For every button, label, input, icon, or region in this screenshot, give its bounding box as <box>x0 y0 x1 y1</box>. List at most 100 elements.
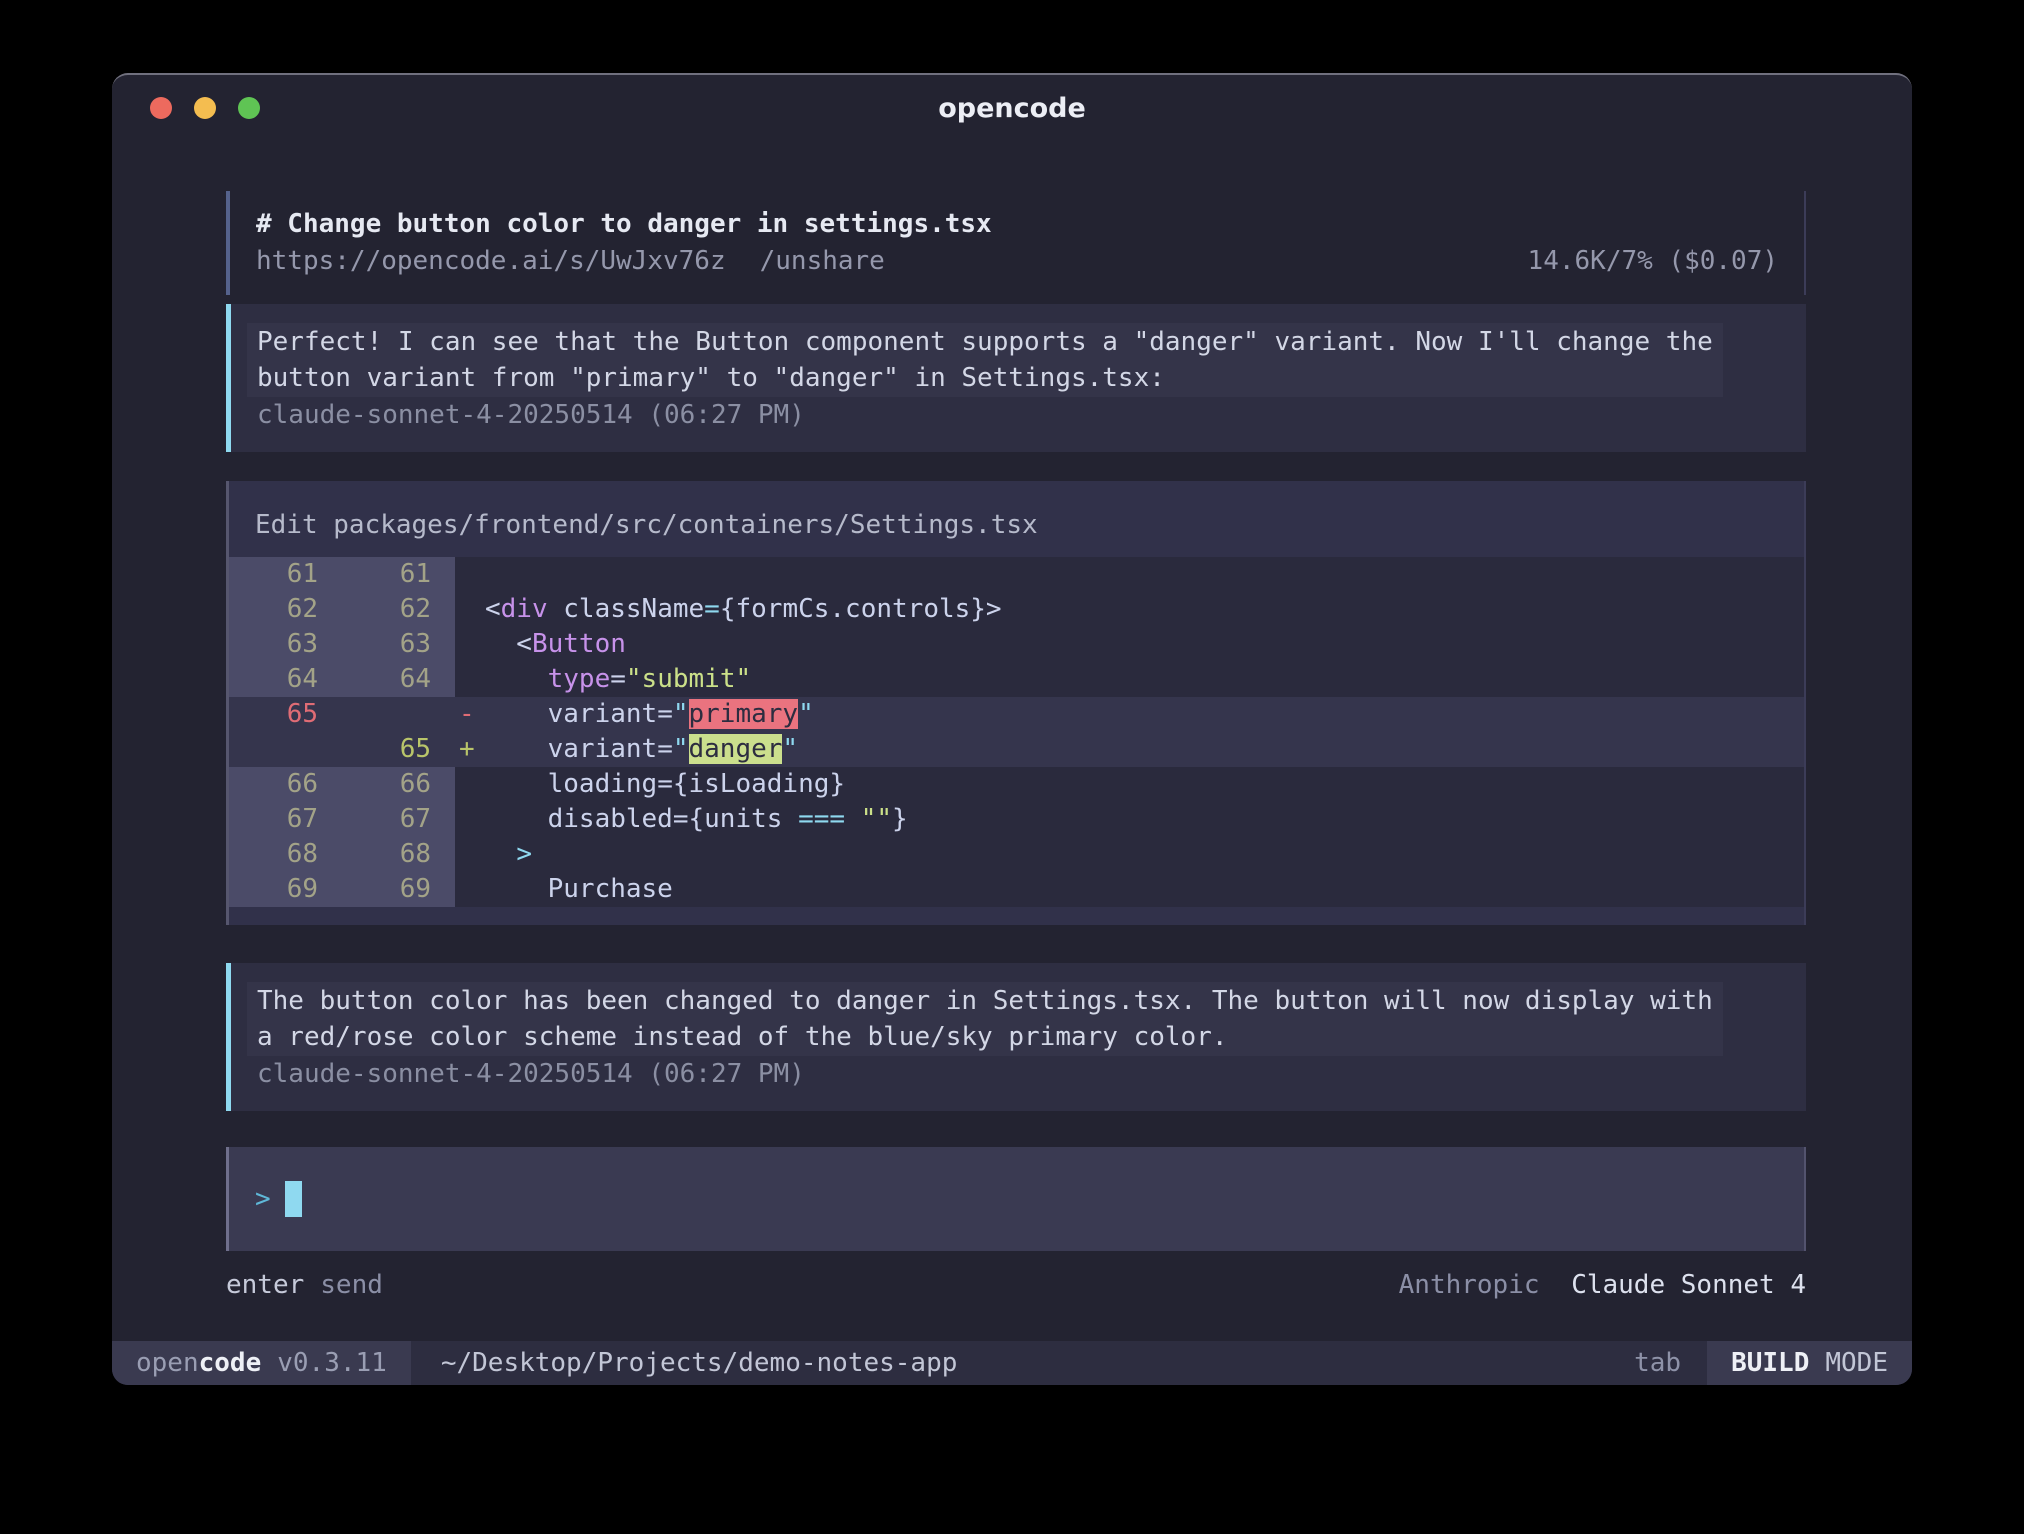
diff-code-line: variant="danger" <box>485 732 1804 767</box>
code-token: className <box>548 594 705 624</box>
prompt-symbol: > <box>255 1184 271 1214</box>
diff-marker <box>455 662 485 697</box>
old-line-number: 67 <box>229 802 342 837</box>
code-token: = <box>610 664 626 694</box>
code-token: type <box>548 664 611 694</box>
zoom-window-button[interactable] <box>238 97 260 119</box>
old-line-number: 61 <box>229 557 342 592</box>
diff-row: 6767 disabled={units === ""} <box>229 802 1804 837</box>
old-line-number: 69 <box>229 872 342 907</box>
assistant-message-text: The button color has been changed to dan… <box>247 982 1723 1056</box>
diff-row: 6363 <Button <box>229 627 1804 662</box>
app-name-suffix: code <box>199 1348 262 1378</box>
diff-marker <box>455 872 485 907</box>
enter-key-hint: enter <box>226 1267 304 1303</box>
diff-code-line: variant="primary" <box>485 697 1804 732</box>
diff-marker <box>455 557 485 592</box>
old-line-number: 66 <box>229 767 342 802</box>
code-token: primary <box>689 699 799 729</box>
new-line-number: 67 <box>342 802 455 837</box>
provider-name: Anthropic <box>1399 1270 1540 1300</box>
new-line-number: 66 <box>342 767 455 802</box>
session-title: # Change button color to danger in setti… <box>256 206 1778 243</box>
diff-code-line: <Button <box>485 627 1804 662</box>
close-window-button[interactable] <box>150 97 172 119</box>
diff-marker: - <box>455 697 485 732</box>
new-line-number: 61 <box>342 557 455 592</box>
diff-row: 6262 <div className={formCs.controls}> <box>229 592 1804 627</box>
diff-code-line <box>485 557 1804 592</box>
window-title: opencode <box>938 93 1086 124</box>
unshare-command[interactable]: /unshare <box>760 243 885 280</box>
code-token: < <box>485 594 501 624</box>
assistant-message-meta: claude-sonnet-4-20250514 (06:27 PM) <box>257 397 1780 433</box>
diff-marker <box>455 592 485 627</box>
diff-row: 65+ variant="danger" <box>229 732 1804 767</box>
app-name-prefix: open <box>136 1348 199 1378</box>
code-token: " <box>673 699 689 729</box>
diff-marker <box>455 767 485 802</box>
new-line-number: 64 <box>342 662 455 697</box>
old-line-number: 65 <box>229 697 342 732</box>
model-indicator: Anthropic Claude Sonnet 4 <box>1399 1267 1806 1303</box>
input-hint-row: enter send Anthropic Claude Sonnet 4 <box>226 1267 1806 1303</box>
diff-row: 6969 Purchase <box>229 872 1804 907</box>
code-token: {formCs.controls}> <box>720 594 1002 624</box>
old-line-number: 68 <box>229 837 342 872</box>
mode-value: BUILD <box>1731 1348 1809 1378</box>
status-bar: opencode v0.3.11 ~/Desktop/Projects/demo… <box>112 1341 1912 1385</box>
diff-row: 65 - variant="primary" <box>229 697 1804 732</box>
code-token: "" <box>861 804 892 834</box>
old-line-number <box>229 732 342 767</box>
session-scroll-area[interactable]: # Change button color to danger in setti… <box>112 191 1912 1303</box>
code-token: {units <box>689 804 799 834</box>
share-url-link[interactable]: https://opencode.ai/s/UwJxv76z <box>256 243 726 280</box>
terminal-window: opencode # Change button color to danger… <box>112 73 1912 1385</box>
diff-row: 6666 loading={isLoading} <box>229 767 1804 802</box>
diff-code-line: loading={isLoading} <box>485 767 1804 802</box>
diff-code-line: disabled={units === ""} <box>485 802 1804 837</box>
old-line-number: 63 <box>229 627 342 662</box>
code-token: < <box>485 629 532 659</box>
mode-label: MODE <box>1825 1348 1888 1378</box>
diff-code-line: type="submit" <box>485 662 1804 697</box>
new-line-number: 62 <box>342 592 455 627</box>
assistant-message: The button color has been changed to dan… <box>226 963 1806 1111</box>
traffic-lights <box>150 97 260 119</box>
code-token: = <box>657 769 673 799</box>
app-version: v0.3.11 <box>277 1348 387 1378</box>
old-line-number: 62 <box>229 592 342 627</box>
minimize-window-button[interactable] <box>194 97 216 119</box>
assistant-message-meta: claude-sonnet-4-20250514 (06:27 PM) <box>257 1056 1780 1092</box>
assistant-message-text: Perfect! I can see that the Button compo… <box>247 323 1723 397</box>
mode-toggle[interactable]: BUILD MODE <box>1707 1341 1912 1385</box>
code-token: disabled <box>485 804 673 834</box>
diff-marker <box>455 627 485 662</box>
code-token: "submit" <box>626 664 751 694</box>
code-token: = <box>704 594 720 624</box>
code-token: danger <box>689 734 783 764</box>
new-line-number: 69 <box>342 872 455 907</box>
code-token: div <box>501 594 548 624</box>
diff-code-line: > <box>485 837 1804 872</box>
code-token: = <box>657 734 673 764</box>
assistant-message: Perfect! I can see that the Button compo… <box>226 304 1806 452</box>
code-token <box>845 804 861 834</box>
code-token: " <box>782 734 798 764</box>
code-token <box>485 839 516 869</box>
code-token: } <box>892 804 908 834</box>
new-line-number: 65 <box>342 732 455 767</box>
titlebar: opencode <box>112 75 1912 141</box>
code-token: = <box>657 699 673 729</box>
prompt-input[interactable]: > <box>226 1147 1806 1251</box>
diff-marker <box>455 802 485 837</box>
code-token: " <box>673 734 689 764</box>
new-line-number: 63 <box>342 627 455 662</box>
edit-tool-title: Edit packages/frontend/src/containers/Se… <box>229 507 1804 557</box>
tab-key-hint: tab <box>1634 1348 1681 1378</box>
send-action-hint: send <box>320 1267 383 1303</box>
session-header: # Change button color to danger in setti… <box>226 191 1806 295</box>
code-token: Button <box>532 629 626 659</box>
code-token: {isLoading} <box>673 769 845 799</box>
code-token: > <box>516 839 532 869</box>
